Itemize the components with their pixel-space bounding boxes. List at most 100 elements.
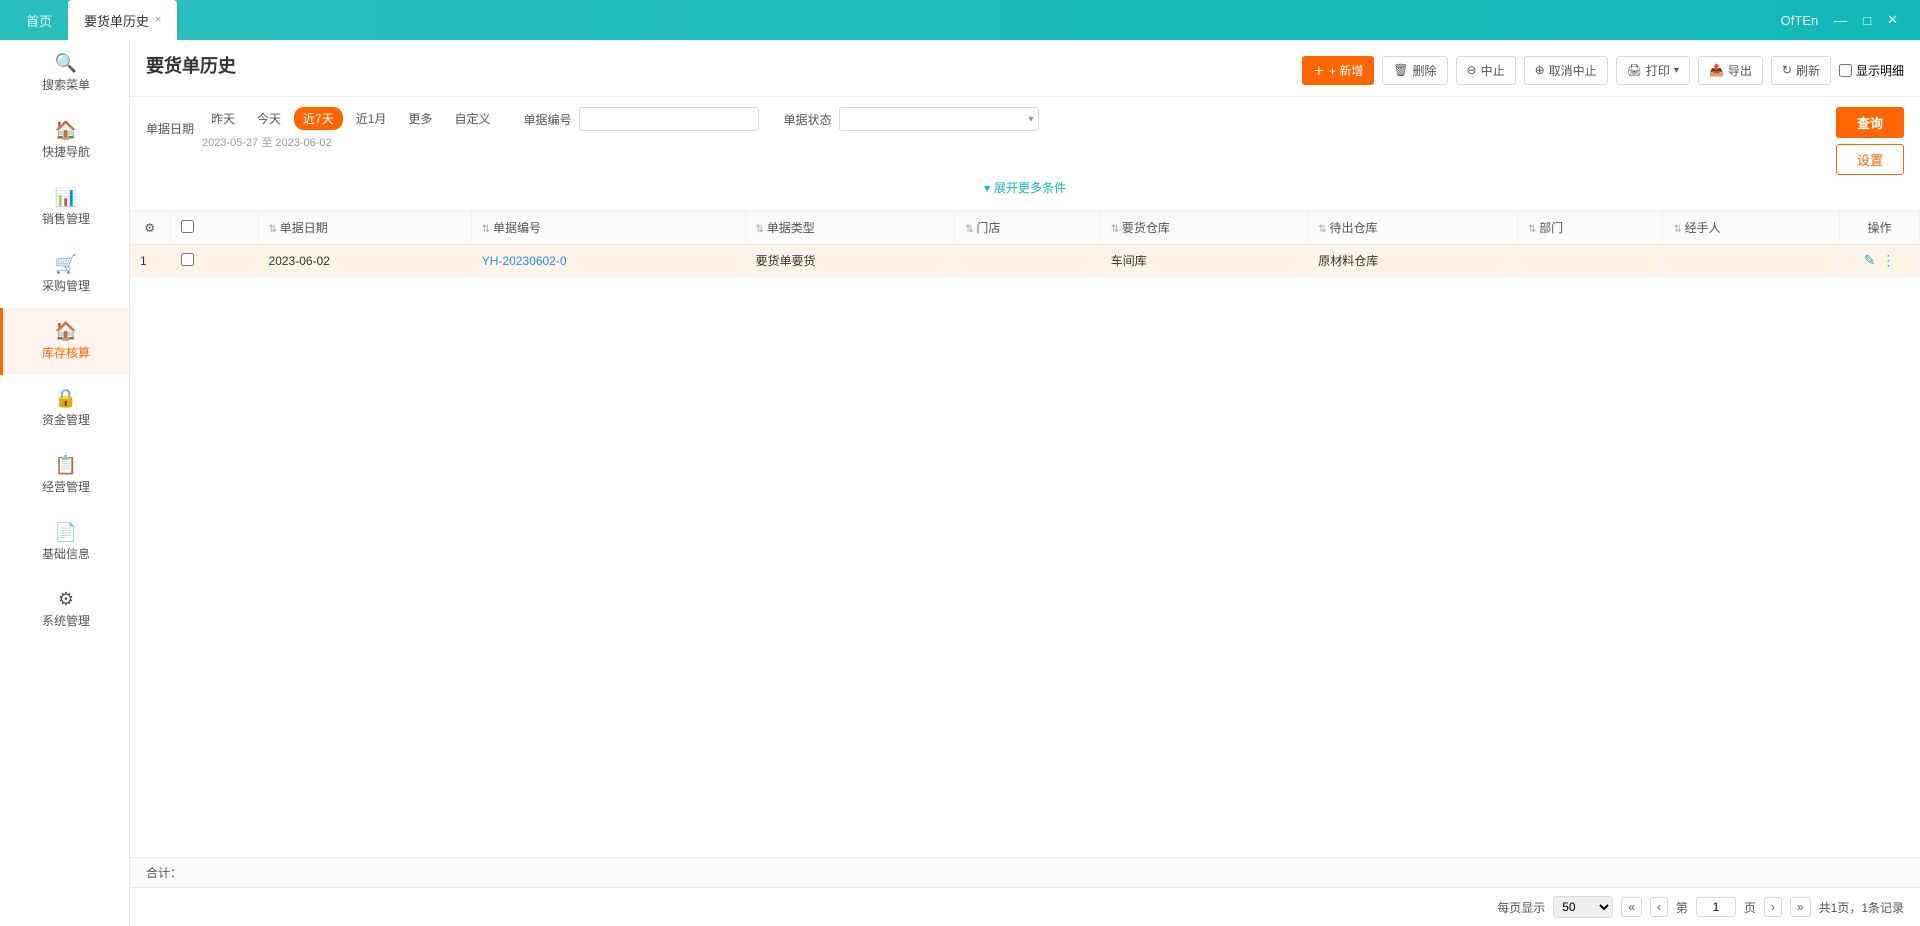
cancel-stop-button[interactable]: ⊕ 取消中止 <box>1524 56 1608 85</box>
delete-icon: 🗑 <box>1393 63 1408 77</box>
quick-nav-icon: 🏠 <box>55 121 77 139</box>
top-bar: 首页 要货单历史 × OfTEn — □ ✕ <box>0 0 1920 40</box>
export-label: 导出 <box>1728 62 1752 79</box>
filter-settings-button[interactable]: 设置 <box>1836 144 1904 175</box>
new-label: + 新增 <box>1329 62 1363 79</box>
col-doc-date-header[interactable]: 单据日期 <box>258 211 471 245</box>
row-index: 1 <box>130 245 170 277</box>
tab-close-icon[interactable]: × <box>155 14 161 26</box>
status-select[interactable] <box>839 107 1039 131</box>
refresh-button[interactable]: ↻ 刷新 <box>1771 56 1831 85</box>
next-page-btn[interactable]: › <box>1764 897 1782 917</box>
total-info: 共1页，1条记录 <box>1819 899 1904 916</box>
sidebar-item-search-menu[interactable]: 🔍 搜索菜单 <box>0 40 129 107</box>
sidebar-item-basic-info[interactable]: 📄 基础信息 <box>0 509 129 576</box>
toolbar: ＋ + 新增 🗑 删除 ⊖ 中止 ⊕ 取消中止 <box>1302 56 1904 85</box>
sidebar-item-sales[interactable]: 📊 销售管理 <box>0 174 129 241</box>
date-1month-btn[interactable]: 近1月 <box>347 107 396 130</box>
tab-home[interactable]: 首页 <box>10 0 68 40</box>
row-select-checkbox[interactable] <box>181 253 194 266</box>
sidebar-item-purchase[interactable]: 🛒 采购管理 <box>0 241 129 308</box>
close-btn[interactable]: ✕ <box>1887 12 1898 28</box>
col-pending-warehouse-label: 待出仓库 <box>1329 221 1377 235</box>
sidebar-item-system-label: 系统管理 <box>42 612 90 629</box>
maximize-btn[interactable]: □ <box>1863 13 1871 28</box>
row-handler <box>1663 245 1840 277</box>
sidebar-item-quick-nav-label: 快捷导航 <box>42 143 90 160</box>
expand-more-btn[interactable]: ▾ 展开更多条件 <box>146 175 1904 200</box>
row-doc-no[interactable]: YH-20230602-0 <box>471 245 745 277</box>
operation-icon: 📋 <box>55 456 77 474</box>
first-page-btn[interactable]: « <box>1621 897 1642 917</box>
table-area: ⚙ 单据日期 单据编号 单据类型 门店 <box>130 211 1920 857</box>
sidebar-item-system[interactable]: ⚙ 系统管理 <box>0 576 129 643</box>
date-range-text: 2023-05-27 至 2023-06-02 <box>202 134 499 150</box>
doc-no-label: 单据编号 <box>523 111 571 128</box>
row-pending-warehouse: 原材料仓库 <box>1308 245 1518 277</box>
tab-requisition-history[interactable]: 要货单历史 × <box>68 0 177 40</box>
sidebar-item-finance-label: 资金管理 <box>42 411 90 428</box>
show-detail-label[interactable]: 显示明细 <box>1839 62 1904 79</box>
page-suffix-text: 页 <box>1744 899 1756 916</box>
show-detail-text: 显示明细 <box>1856 62 1904 79</box>
date-filter-label: 单据日期 <box>146 120 194 137</box>
col-doc-no-header[interactable]: 单据编号 <box>471 211 745 245</box>
select-all-checkbox[interactable] <box>181 220 194 233</box>
col-doc-no-label: 单据编号 <box>493 221 541 235</box>
row-more-btn[interactable]: ⋮ <box>1881 252 1895 269</box>
page-num-input[interactable] <box>1696 897 1736 917</box>
export-button[interactable]: 📤 导出 <box>1698 56 1763 85</box>
sidebar-item-inventory[interactable]: 🏠 库存核算 <box>0 308 129 375</box>
col-pending-warehouse-header[interactable]: 待出仓库 <box>1308 211 1518 245</box>
top-bar-right: OfTEn — □ ✕ <box>1781 12 1910 28</box>
page-label-text: 第 <box>1676 899 1688 916</box>
col-req-warehouse-label: 要货仓库 <box>1122 221 1170 235</box>
content-area: 要货单历史 ＋ + 新增 🗑 删除 ⊖ 中止 ⊕ <box>130 40 1920 926</box>
date-custom-btn[interactable]: 自定义 <box>445 107 499 130</box>
date-more-btn[interactable]: 更多 <box>399 107 441 130</box>
refresh-label: 刷新 <box>1796 62 1820 79</box>
minimize-btn[interactable]: — <box>1834 13 1847 28</box>
row-edit-btn[interactable]: ✎ <box>1864 252 1876 269</box>
filter-actions: 查询 设置 <box>1836 107 1904 175</box>
col-handler-header[interactable]: 经手人 <box>1663 211 1840 245</box>
page-size-select[interactable]: 50 10 20 100 <box>1553 896 1613 918</box>
sidebar-item-operation-label: 经营管理 <box>42 478 90 495</box>
doc-no-link[interactable]: YH-20230602-0 <box>482 254 567 268</box>
date-today-btn[interactable]: 今天 <box>248 107 290 130</box>
page-size-label: 每页显示 <box>1497 899 1545 916</box>
col-settings-header[interactable]: ⚙ <box>130 211 170 245</box>
date-yesterday-btn[interactable]: 昨天 <box>202 107 244 130</box>
export-icon: 📤 <box>1709 63 1724 77</box>
col-req-warehouse-header[interactable]: 要货仓库 <box>1100 211 1308 245</box>
row-req-warehouse: 车间库 <box>1100 245 1308 277</box>
system-icon: ⚙ <box>58 590 74 608</box>
col-doc-type-header[interactable]: 单据类型 <box>745 211 955 245</box>
prev-page-btn[interactable]: ‹ <box>1650 897 1668 917</box>
last-page-btn[interactable]: » <box>1790 897 1811 917</box>
doc-no-input[interactable] <box>579 107 759 131</box>
col-store-header[interactable]: 门店 <box>955 211 1100 245</box>
sidebar-item-operation[interactable]: 📋 经营管理 <box>0 442 129 509</box>
sidebar-item-finance[interactable]: 🔒 资金管理 <box>0 375 129 442</box>
stop-button[interactable]: ⊖ 中止 <box>1456 56 1516 85</box>
row-doc-date: 2023-06-02 <box>258 245 471 277</box>
inventory-icon: 🏠 <box>55 322 77 340</box>
row-checkbox[interactable] <box>170 245 258 277</box>
stop-label: 中止 <box>1481 62 1505 79</box>
delete-button[interactable]: 🗑 删除 <box>1382 56 1447 85</box>
sidebar-item-sales-label: 销售管理 <box>42 210 90 227</box>
refresh-icon: ↻ <box>1782 63 1792 77</box>
new-button[interactable]: ＋ + 新增 <box>1302 56 1374 85</box>
col-ops-header: 操作 <box>1840 211 1920 245</box>
col-ops-label: 操作 <box>1867 221 1891 235</box>
col-department-header[interactable]: 部门 <box>1517 211 1662 245</box>
date-7days-btn[interactable]: 近7天 <box>294 107 343 130</box>
search-button[interactable]: 查询 <box>1836 107 1904 138</box>
cancel-stop-icon: ⊕ <box>1535 63 1545 77</box>
show-detail-checkbox[interactable] <box>1839 64 1852 77</box>
print-button[interactable]: 🖨 打印 ▾ <box>1616 56 1690 85</box>
purchase-icon: 🛒 <box>55 255 77 273</box>
sidebar-item-quick-nav[interactable]: 🏠 快捷导航 <box>0 107 129 174</box>
col-checkbox-header[interactable] <box>170 211 258 245</box>
